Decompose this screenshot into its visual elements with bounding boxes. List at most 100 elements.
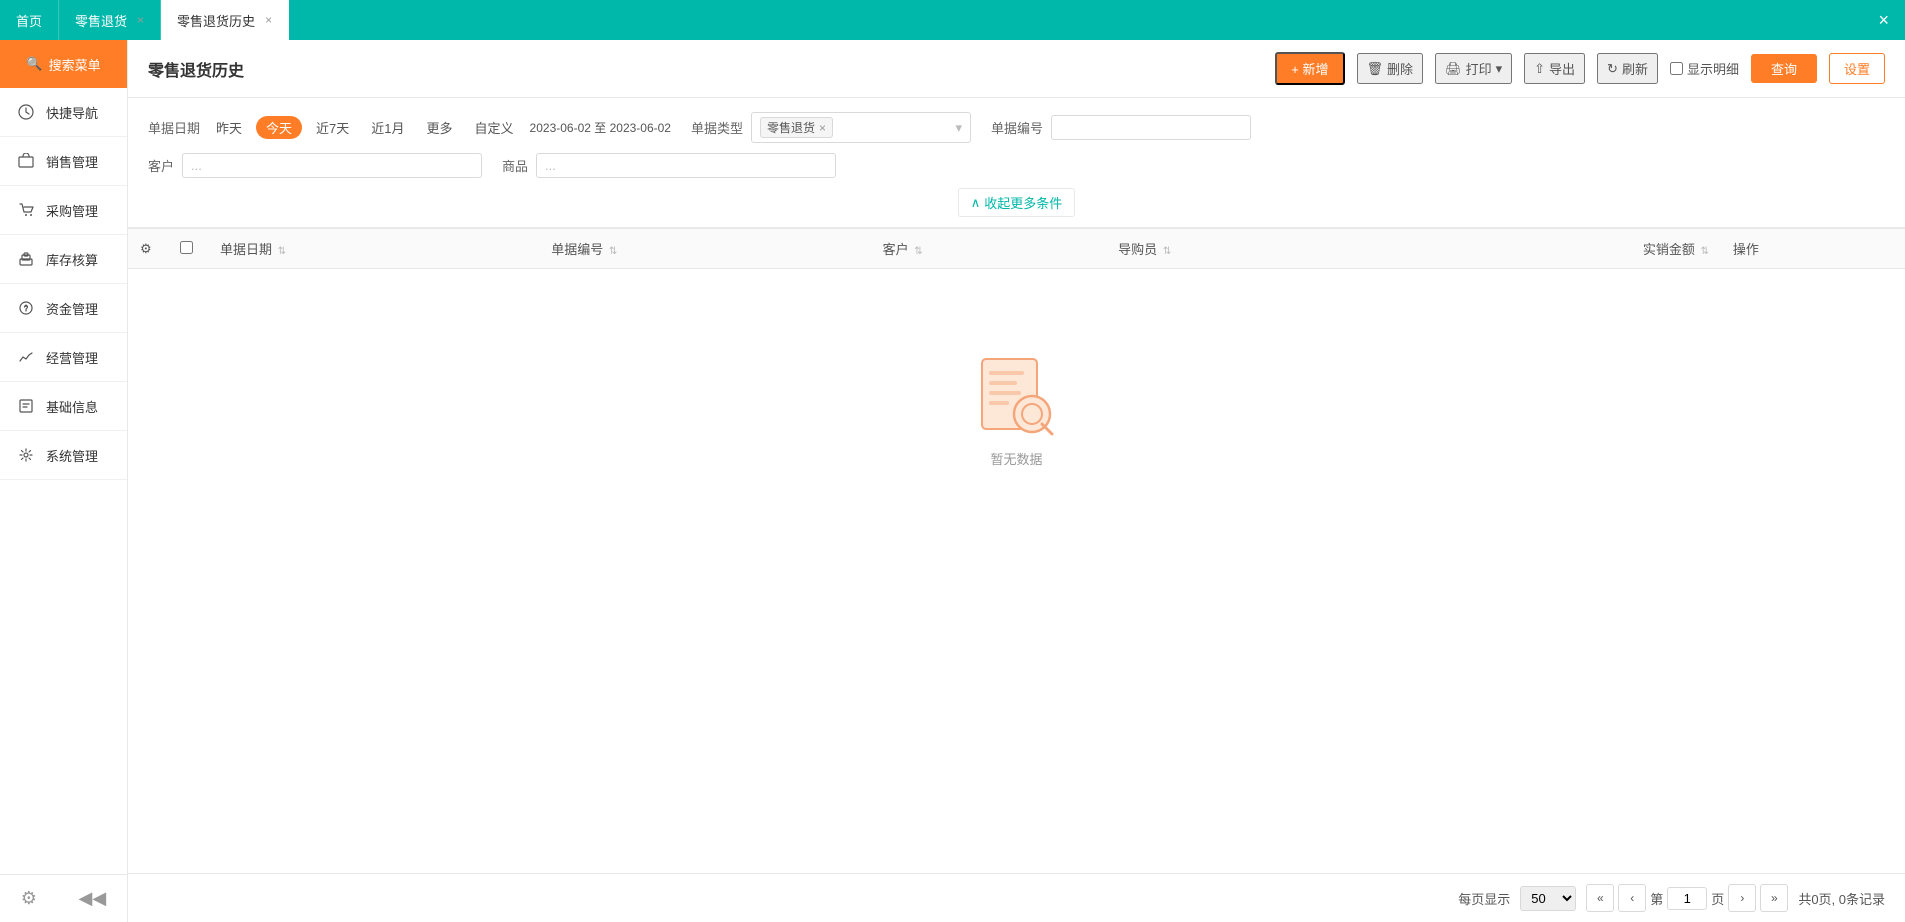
- print-button[interactable]: 🖨 打印 ▾: [1435, 53, 1512, 84]
- doc-no-label: 单据编号: [991, 118, 1043, 137]
- settings-button[interactable]: 设置: [1829, 53, 1885, 84]
- sidebar-speaker-button[interactable]: ◀◀: [79, 888, 107, 909]
- customer-select[interactable]: ...: [182, 153, 482, 178]
- refresh-icon: ↻: [1607, 61, 1618, 77]
- page-number-input[interactable]: [1667, 887, 1707, 910]
- goods-select[interactable]: ...: [536, 153, 836, 178]
- page-prev-button[interactable]: ‹: [1618, 884, 1646, 912]
- empty-state: 暂无数据: [128, 269, 1905, 548]
- page-next-button[interactable]: ›: [1728, 884, 1756, 912]
- date-btn-7days[interactable]: 近7天: [308, 116, 357, 139]
- total-info: 共0页, 0条记录: [1798, 889, 1885, 908]
- page-nav: « ‹ 第 页 › »: [1586, 884, 1788, 912]
- show-detail-checkbox[interactable]: 显示明细: [1670, 59, 1739, 78]
- date-btn-more[interactable]: 更多: [419, 116, 461, 139]
- col-doc-no[interactable]: 单据编号 ⇅: [539, 229, 870, 269]
- table-checkbox-col[interactable]: [168, 229, 208, 269]
- export-button-label: 导出: [1549, 59, 1575, 78]
- refresh-button[interactable]: ↻ 刷新: [1597, 53, 1658, 84]
- tab-retail-return-close[interactable]: ×: [137, 13, 144, 27]
- type-tag-close[interactable]: ×: [819, 121, 826, 135]
- col-amount-label: 实销金额: [1643, 242, 1695, 257]
- page-size-select[interactable]: 50 10 20 100: [1520, 886, 1576, 911]
- sidebar-search[interactable]: 🔍 搜索菜单: [0, 40, 127, 88]
- goods-label: 商品: [502, 156, 528, 175]
- tab-retail-return-history[interactable]: 零售退货历史 ×: [161, 0, 289, 40]
- empty-text: 暂无数据: [990, 449, 1042, 468]
- date-btn-custom[interactable]: 自定义: [467, 116, 522, 139]
- collapse-filter-button[interactable]: ∧ 收起更多条件: [958, 188, 1076, 217]
- col-customer-label: 客户: [883, 242, 909, 257]
- page-header: 零售退货历史 + 新增 🗑 删除 🖨 打印 ▾ ⇧ 导出: [128, 40, 1905, 98]
- top-bar: 首页 零售退货 × 零售退货历史 × ×: [0, 0, 1905, 40]
- tab-retail-return-history-label: 零售退货历史: [177, 11, 255, 30]
- new-button-label: + 新增: [1291, 59, 1328, 78]
- col-customer[interactable]: 客户 ⇅: [871, 229, 1107, 269]
- sidebar-item-quick-nav-label: 快捷导航: [46, 103, 98, 122]
- date-range-display: 2023-06-02 至 2023-06-02: [530, 119, 671, 136]
- tab-retail-return[interactable]: 零售退货 ×: [59, 0, 161, 40]
- finance-icon: [16, 298, 36, 318]
- tab-home[interactable]: 首页: [0, 0, 59, 40]
- new-button[interactable]: + 新增: [1275, 52, 1344, 85]
- export-icon: ⇧: [1534, 61, 1545, 77]
- query-button-label: 查询: [1771, 59, 1797, 78]
- sidebar-bottom: ⚙ ◀◀: [0, 874, 127, 922]
- sidebar-menu: 快捷导航 销售管理 采购管理 库存核算: [0, 88, 127, 874]
- doc-no-input[interactable]: [1051, 115, 1251, 140]
- sidebar-gear-button[interactable]: ⚙: [21, 888, 37, 909]
- col-actions: 操作: [1721, 229, 1905, 269]
- page-first-button[interactable]: «: [1586, 884, 1614, 912]
- query-button[interactable]: 查询: [1751, 54, 1817, 83]
- inventory-icon: [16, 249, 36, 269]
- doc-no-filter: 单据编号: [991, 115, 1251, 140]
- tab-retail-return-history-close[interactable]: ×: [265, 13, 272, 27]
- date-filter-label: 单据日期: [148, 118, 200, 137]
- tab-list: 首页 零售退货 × 零售退货历史 ×: [0, 0, 1862, 40]
- sidebar-item-basic-info[interactable]: 基础信息: [0, 382, 127, 431]
- sidebar-item-sales-mgmt[interactable]: 销售管理: [0, 137, 127, 186]
- type-dropdown-icon: ▾: [955, 120, 962, 136]
- collapse-up-icon: ∧: [971, 195, 981, 211]
- table-container: ⚙ 单据日期 ⇅ 单据编号 ⇅: [128, 228, 1905, 873]
- page-label-before: 第: [1650, 889, 1663, 908]
- col-amount-sort: ⇅: [1701, 246, 1709, 257]
- print-button-label: 打印: [1466, 59, 1492, 78]
- sidebar-search-label: 搜索菜单: [49, 55, 101, 74]
- date-btn-today[interactable]: 今天: [256, 116, 302, 139]
- sidebar-item-finance[interactable]: 资金管理: [0, 284, 127, 333]
- tab-retail-return-label: 零售退货: [75, 11, 127, 30]
- filter-row-1: 单据日期 昨天 今天 近7天 近1月 更多 自定义 2023-06-02 至 2…: [148, 112, 1885, 143]
- export-button[interactable]: ⇧ 导出: [1524, 53, 1585, 84]
- date-btn-1month[interactable]: 近1月: [363, 116, 412, 139]
- col-guide-label: 导购员: [1118, 242, 1157, 257]
- sidebar-item-operations-label: 经营管理: [46, 348, 98, 367]
- sidebar-item-purchase-mgmt[interactable]: 采购管理: [0, 186, 127, 235]
- col-actions-label: 操作: [1733, 242, 1759, 257]
- date-quick-buttons: 昨天 今天 近7天 近1月 更多 自定义: [208, 116, 522, 139]
- type-select[interactable]: 零售退货 × ▾: [751, 112, 971, 143]
- sidebar-item-quick-nav[interactable]: 快捷导航: [0, 88, 127, 137]
- main-layout: 🔍 搜索菜单 快捷导航 销售管理 采购管理: [0, 40, 1905, 922]
- table-settings-col[interactable]: ⚙: [128, 229, 168, 269]
- select-all-checkbox[interactable]: [180, 241, 193, 254]
- delete-button[interactable]: 🗑 删除: [1357, 53, 1424, 84]
- col-amount[interactable]: 实销金额 ⇅: [1390, 229, 1721, 269]
- date-btn-yesterday[interactable]: 昨天: [208, 116, 250, 139]
- sidebar-item-sales-mgmt-label: 销售管理: [46, 152, 98, 171]
- print-icon: 🖨: [1445, 61, 1462, 77]
- show-detail-input[interactable]: [1670, 62, 1683, 75]
- delete-icon: 🗑: [1367, 61, 1384, 77]
- search-icon: 🔍: [26, 56, 42, 72]
- window-close-button[interactable]: ×: [1862, 0, 1905, 40]
- table-settings-icon[interactable]: ⚙: [140, 241, 152, 256]
- delete-button-label: 删除: [1387, 59, 1413, 78]
- sidebar-item-system-mgmt[interactable]: 系统管理: [0, 431, 127, 480]
- page-last-button[interactable]: »: [1760, 884, 1788, 912]
- empty-illustration: [967, 349, 1067, 449]
- sidebar-item-operations[interactable]: 经营管理: [0, 333, 127, 382]
- system-icon: [16, 445, 36, 465]
- sidebar-item-inventory[interactable]: 库存核算: [0, 235, 127, 284]
- col-date[interactable]: 单据日期 ⇅: [208, 229, 539, 269]
- col-guide[interactable]: 导购员 ⇅: [1106, 229, 1389, 269]
